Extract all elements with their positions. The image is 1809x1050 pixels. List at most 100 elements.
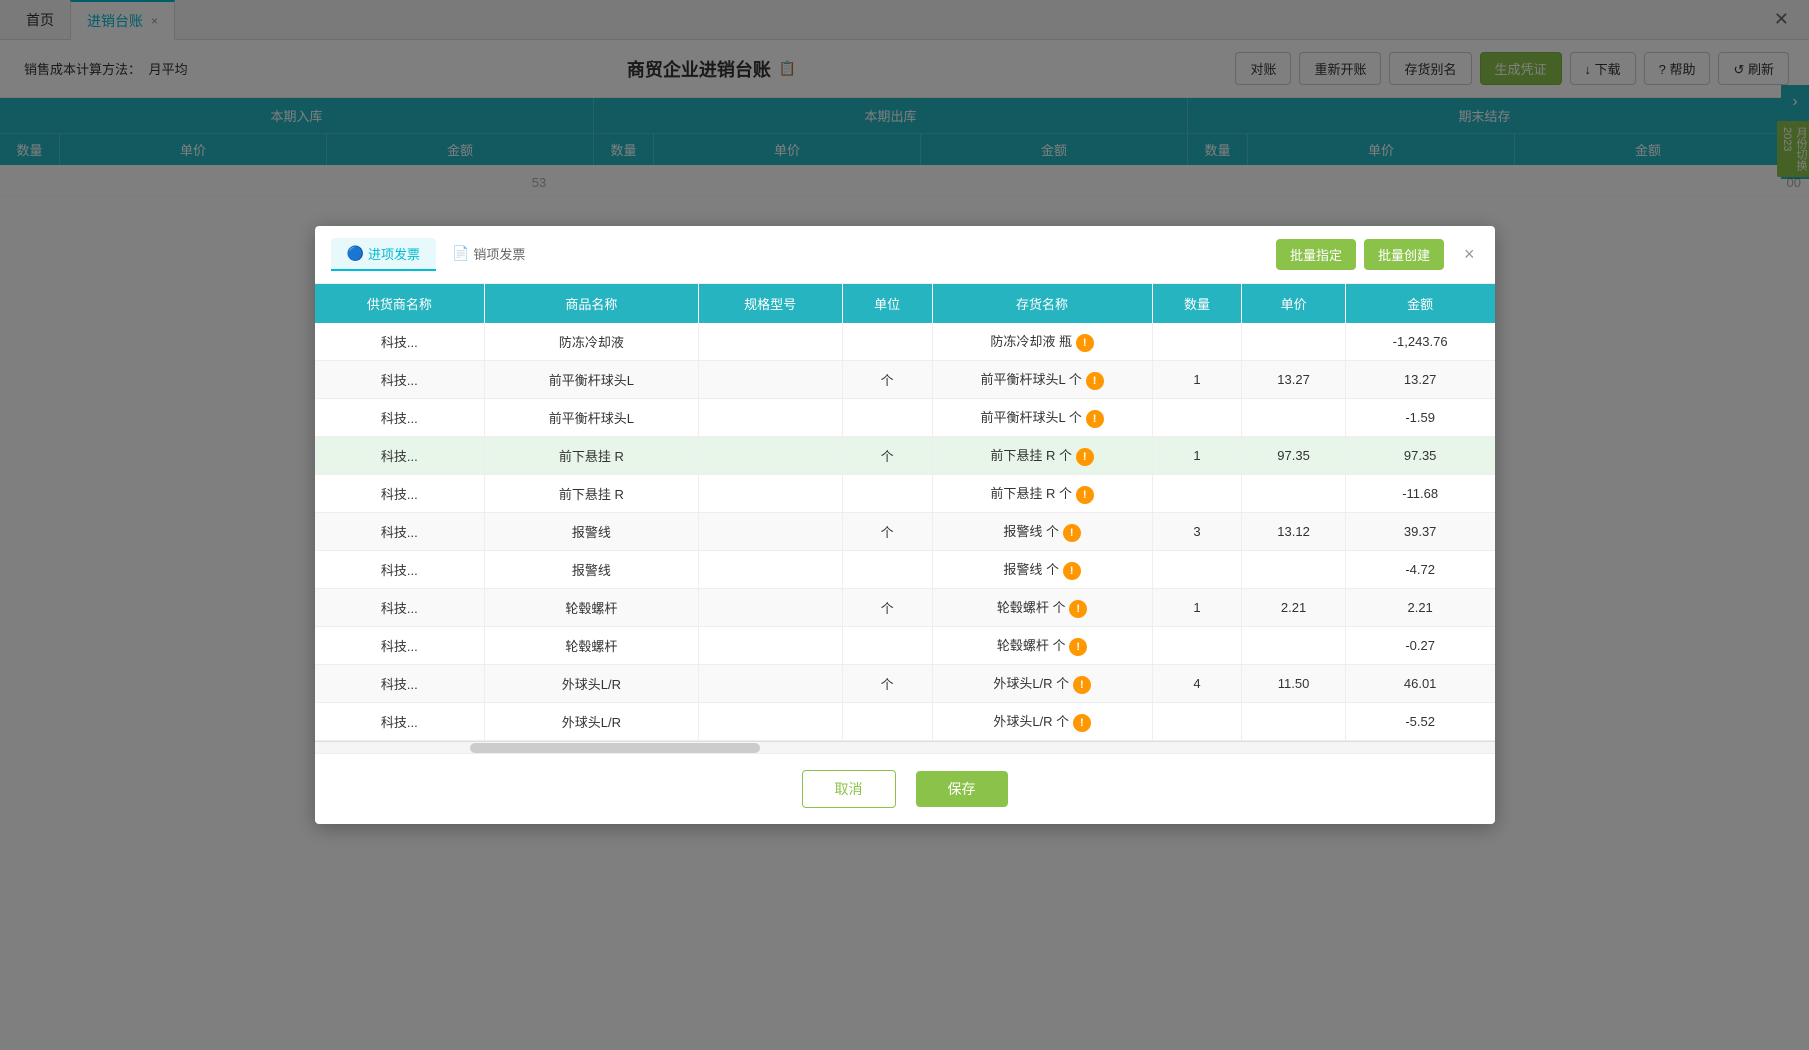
cell-inventory[interactable]: 外球头L/R 个 ! <box>932 703 1152 741</box>
cell-qty <box>1152 703 1242 741</box>
cell-spec <box>698 589 842 627</box>
cell-spec <box>698 703 842 741</box>
cell-unit <box>842 627 932 665</box>
table-row: 科技... 外球头L/R 外球头L/R 个 ! -5.52 <box>315 703 1495 741</box>
cell-inventory[interactable]: 前下悬挂 R 个 ! <box>932 475 1152 513</box>
cell-unit <box>842 551 932 589</box>
cell-supplier: 科技... <box>315 475 485 513</box>
th-qty: 数量 <box>1152 284 1242 323</box>
th-supplier: 供货商名称 <box>315 284 485 323</box>
cell-spec <box>698 437 842 475</box>
dialog-header: 🔵 进项发票 📄 销项发票 批量指定 批量创建 × <box>315 226 1495 284</box>
cell-unit: 个 <box>842 437 932 475</box>
cell-qty: 4 <box>1152 665 1242 703</box>
cell-price <box>1242 627 1345 665</box>
cell-inventory[interactable]: 轮毂螺杆 个 ! <box>932 627 1152 665</box>
horizontal-scrollbar[interactable] <box>315 741 1495 753</box>
cell-inventory[interactable]: 报警线 个 ! <box>932 513 1152 551</box>
cell-spec <box>698 475 842 513</box>
cell-unit <box>842 323 932 361</box>
cell-price <box>1242 399 1345 437</box>
cell-unit: 个 <box>842 361 932 399</box>
warn-icon: ! <box>1069 638 1087 656</box>
cell-spec <box>698 323 842 361</box>
cell-spec <box>698 399 842 437</box>
cell-inventory[interactable]: 外球头L/R 个 ! <box>932 665 1152 703</box>
tab-inbound-invoice[interactable]: 🔵 进项发票 <box>331 238 436 271</box>
cell-inventory[interactable]: 报警线 个 ! <box>932 551 1152 589</box>
table-row: 科技... 前平衡杆球头L 个 前平衡杆球头L 个 ! 1 13.27 13.2… <box>315 361 1495 399</box>
outbound-tab-icon: 📄 <box>452 245 469 262</box>
dialog: 🔵 进项发票 📄 销项发票 批量指定 批量创建 × <box>315 226 1495 824</box>
th-price: 单价 <box>1242 284 1345 323</box>
cell-spec <box>698 551 842 589</box>
table-row: 科技... 前下悬挂 R 个 前下悬挂 R 个 ! 1 97.35 97.35 <box>315 437 1495 475</box>
cell-amount: -1,243.76 <box>1345 323 1494 361</box>
table-row: 科技... 报警线 个 报警线 个 ! 3 13.12 39.37 <box>315 513 1495 551</box>
warn-icon: ! <box>1069 600 1087 618</box>
cell-qty <box>1152 399 1242 437</box>
cell-price <box>1242 551 1345 589</box>
dialog-overlay: 🔵 进项发票 📄 销项发票 批量指定 批量创建 × <box>0 0 1809 1050</box>
cell-price: 13.12 <box>1242 513 1345 551</box>
warn-icon: ! <box>1086 410 1104 428</box>
cell-product: 外球头L/R <box>485 665 698 703</box>
cell-amount: -5.52 <box>1345 703 1494 741</box>
cell-inventory[interactable]: 轮毂螺杆 个 ! <box>932 589 1152 627</box>
cell-amount: -0.27 <box>1345 627 1494 665</box>
dialog-footer: 取消 保存 <box>315 753 1495 824</box>
batch-create-button[interactable]: 批量创建 <box>1364 239 1444 270</box>
cell-supplier: 科技... <box>315 513 485 551</box>
cell-price <box>1242 703 1345 741</box>
cell-qty <box>1152 323 1242 361</box>
cell-supplier: 科技... <box>315 627 485 665</box>
warn-icon: ! <box>1076 334 1094 352</box>
cell-product: 外球头L/R <box>485 703 698 741</box>
tab-outbound-invoice[interactable]: 📄 销项发票 <box>436 238 541 271</box>
warn-icon: ! <box>1063 524 1081 542</box>
cell-price: 13.27 <box>1242 361 1345 399</box>
cell-qty <box>1152 551 1242 589</box>
th-inventory: 存货名称 <box>932 284 1152 323</box>
cell-product: 报警线 <box>485 551 698 589</box>
table-row: 科技... 防冻冷却液 防冻冷却液 瓶 ! -1,243.76 <box>315 323 1495 361</box>
warn-icon: ! <box>1073 714 1091 732</box>
th-amount: 金额 <box>1345 284 1494 323</box>
cell-spec <box>698 627 842 665</box>
cell-amount: 39.37 <box>1345 513 1494 551</box>
cell-amount: 2.21 <box>1345 589 1494 627</box>
cell-inventory[interactable]: 前下悬挂 R 个 ! <box>932 437 1152 475</box>
inbound-tab-label: 进项发票 <box>368 244 420 263</box>
table-row: 科技... 轮毂螺杆 个 轮毂螺杆 个 ! 1 2.21 2.21 <box>315 589 1495 627</box>
cell-qty <box>1152 475 1242 513</box>
cell-product: 前平衡杆球头L <box>485 399 698 437</box>
cell-price <box>1242 475 1345 513</box>
cell-supplier: 科技... <box>315 551 485 589</box>
save-button[interactable]: 保存 <box>916 771 1008 807</box>
cell-spec <box>698 665 842 703</box>
cell-supplier: 科技... <box>315 589 485 627</box>
batch-assign-button[interactable]: 批量指定 <box>1276 239 1356 270</box>
cell-supplier: 科技... <box>315 323 485 361</box>
outbound-tab-label: 销项发票 <box>473 244 525 263</box>
dialog-action-buttons: 批量指定 批量创建 <box>1276 239 1444 270</box>
table-row: 科技... 轮毂螺杆 轮毂螺杆 个 ! -0.27 <box>315 627 1495 665</box>
cell-supplier: 科技... <box>315 399 485 437</box>
cell-inventory[interactable]: 前平衡杆球头L 个 ! <box>932 399 1152 437</box>
cell-amount: 46.01 <box>1345 665 1494 703</box>
dialog-close-button[interactable]: × <box>1460 244 1479 265</box>
table-row: 科技... 报警线 报警线 个 ! -4.72 <box>315 551 1495 589</box>
cell-inventory[interactable]: 防冻冷却液 瓶 ! <box>932 323 1152 361</box>
inbound-tab-icon: 🔵 <box>347 245 364 262</box>
cell-supplier: 科技... <box>315 703 485 741</box>
cancel-button[interactable]: 取消 <box>802 770 896 808</box>
scroll-thumb[interactable] <box>470 743 760 753</box>
dialog-tabs: 🔵 进项发票 📄 销项发票 <box>331 238 1268 271</box>
invoice-table: 供货商名称 商品名称 规格型号 单位 存货名称 数量 单价 金额 科技... 防… <box>315 284 1495 741</box>
cell-price: 11.50 <box>1242 665 1345 703</box>
main-area: 销售成本计算方法： 月平均 商贸企业进销台账 📋 对账 重新开账 存货别名 生成… <box>0 40 1809 1050</box>
dialog-body: 供货商名称 商品名称 规格型号 单位 存货名称 数量 单价 金额 科技... 防… <box>315 284 1495 741</box>
table-row: 科技... 前下悬挂 R 前下悬挂 R 个 ! -11.68 <box>315 475 1495 513</box>
cell-inventory[interactable]: 前平衡杆球头L 个 ! <box>932 361 1152 399</box>
cell-supplier: 科技... <box>315 437 485 475</box>
